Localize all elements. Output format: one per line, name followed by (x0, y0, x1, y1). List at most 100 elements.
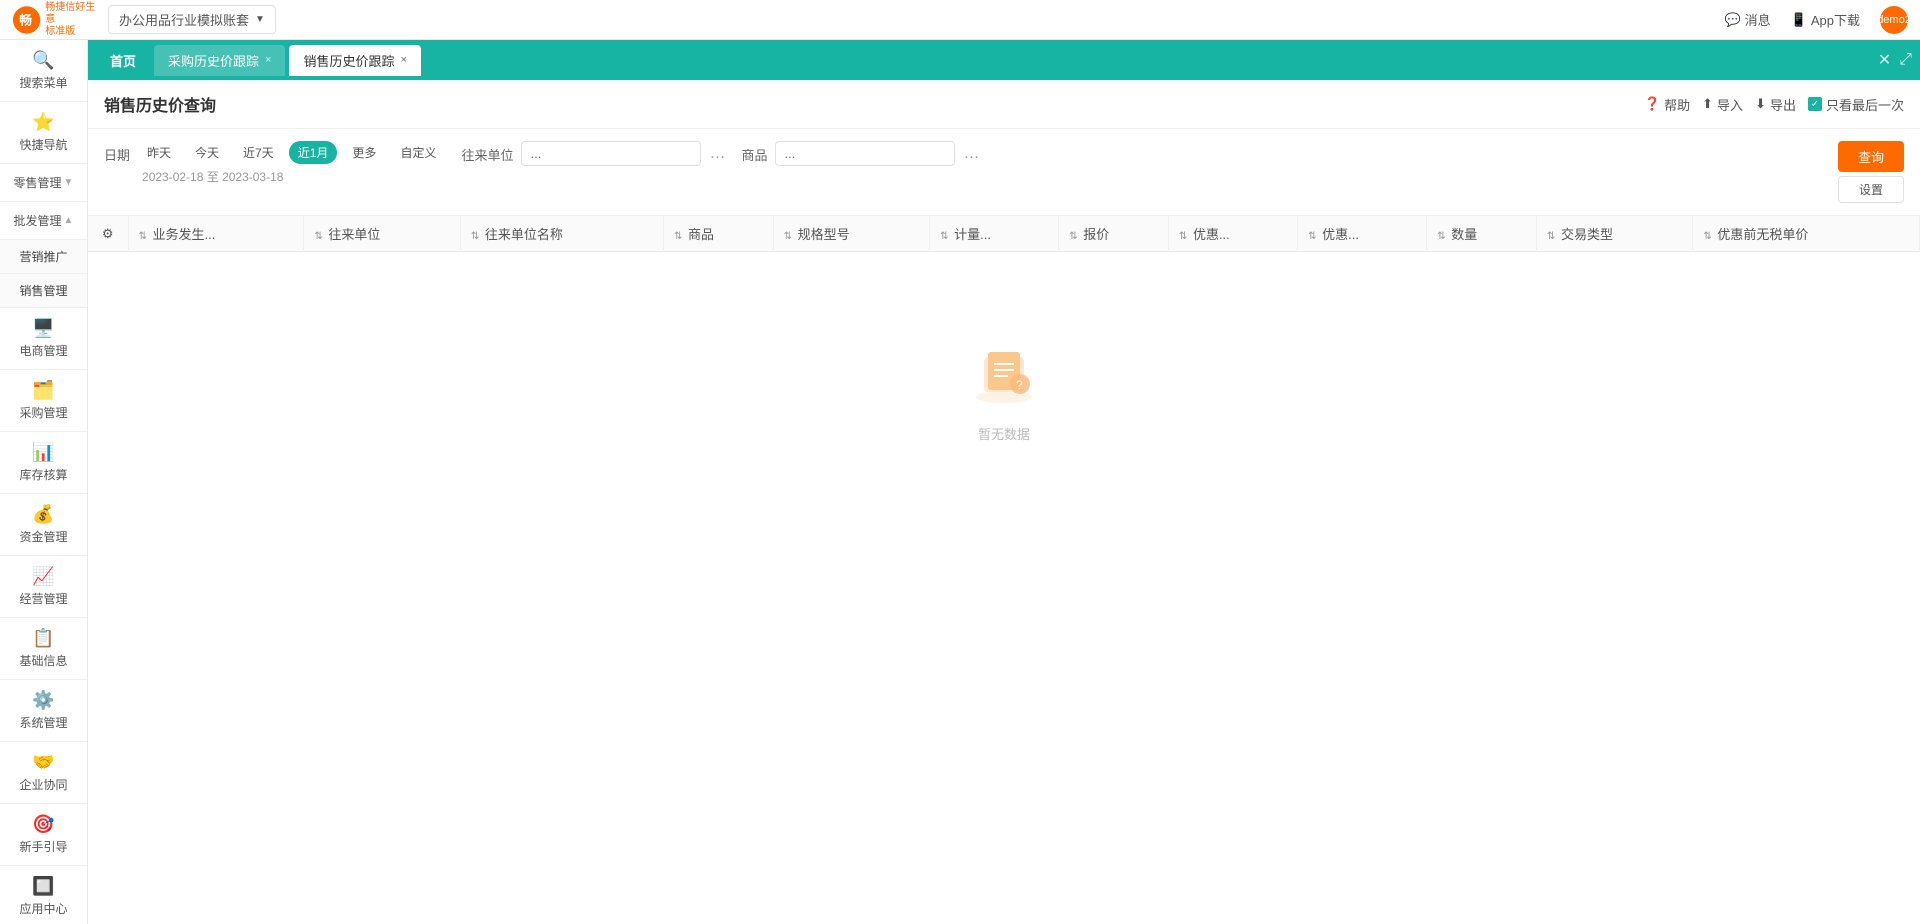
sidebar-item-apps[interactable]: 🔲 应用中心 (0, 866, 87, 924)
th-pretax-price[interactable]: ⇅ 优惠前无税单价 (1693, 216, 1920, 252)
tab-home[interactable]: 首页 (96, 45, 150, 76)
logo-text: 畅捷信好生意 标准版 (45, 2, 100, 38)
sidebar-item-ecom[interactable]: 🖥️ 电商管理 (0, 308, 87, 370)
th-discount2[interactable]: ⇅ 优惠... (1298, 216, 1427, 252)
query-actions: 查询 设置 (1838, 141, 1904, 203)
sidebar-item-label: 库存核算 (19, 466, 67, 483)
th-partner-name[interactable]: ⇅ 往来单位名称 (460, 216, 663, 252)
table-container: ⚙ ⇅ 业务发生... ⇅ 往来单位 ⇅ (88, 216, 1920, 924)
chevron-down-icon: ▼ (64, 177, 74, 188)
sidebar-item-finance[interactable]: 💰 资金管理 (0, 494, 87, 556)
th-partner-code[interactable]: ⇅ 往来单位 (304, 216, 460, 252)
sidebar-item-marketing[interactable]: 营销推广 (0, 240, 87, 274)
checkbox-icon: ✓ (1808, 97, 1822, 111)
help-btn[interactable]: ❓ 帮助 (1644, 95, 1690, 114)
sidebar-item-search[interactable]: 🔍 搜索菜单 (0, 40, 87, 102)
inventory-icon: 📊 (32, 442, 54, 463)
date-btn-more[interactable]: 更多 (343, 141, 385, 164)
sidebar-item-label: 销售管理 (19, 282, 67, 299)
sidebar-item-label: 快捷导航 (19, 136, 67, 153)
date-options: 昨天 今天 近7天 近1月 更多 自定义 (138, 141, 445, 164)
sidebar-item-newbie[interactable]: 🎯 新手引导 (0, 804, 87, 866)
sidebar-item-sales[interactable]: 销售管理 (0, 274, 87, 308)
logo-icon: 畅 (12, 4, 41, 36)
top-header: 畅 畅捷信好生意 标准版 办公用品行业模拟账套 ▼ 💬 消息 📱 App下载 d… (0, 0, 1920, 40)
download-icon: 📱 (1791, 12, 1807, 28)
customer-input[interactable] (521, 141, 701, 166)
customer-filter-group: 往来单位 … (461, 141, 725, 166)
search-icon: 🔍 (32, 50, 54, 71)
sidebar-item-label: 搜索菜单 (19, 74, 67, 91)
date-btn-yesterday[interactable]: 昨天 (138, 141, 180, 164)
close-window-btn[interactable]: ✕ (1878, 50, 1891, 70)
app-selector[interactable]: 办公用品行业模拟账套 ▼ (108, 5, 276, 34)
tab-sales-history[interactable]: 销售历史价跟踪 × (289, 45, 420, 76)
export-btn[interactable]: ⬇ 导出 (1755, 95, 1796, 114)
sidebar-item-label: 基础信息 (19, 652, 67, 669)
svg-text:?: ? (1016, 378, 1023, 392)
sidebar-item-inventory[interactable]: 📊 库存核算 (0, 432, 87, 494)
th-quantity[interactable]: ⇅ 数量 (1427, 216, 1537, 252)
sidebar-item-corp[interactable]: 🤝 企业协同 (0, 742, 87, 804)
star-icon: ⭐ (32, 112, 54, 133)
sidebar-item-purchase[interactable]: 🗂️ 采购管理 (0, 370, 87, 432)
th-biz-date[interactable]: ⇅ 业务发生... (128, 216, 304, 252)
customer-more-icon[interactable]: … (709, 145, 725, 163)
product-label: 商品 (741, 141, 767, 164)
operation-icon: 📈 (32, 566, 54, 587)
sidebar-item-wholesale[interactable]: 批发管理 ▲ (0, 202, 87, 240)
svg-text:畅: 畅 (19, 12, 32, 27)
finance-icon: 💰 (32, 504, 54, 525)
tab-close-icon-2[interactable]: × (400, 54, 406, 66)
product-more-icon[interactable]: … (963, 145, 979, 163)
app-download-btn[interactable]: 📱 App下载 (1791, 10, 1860, 29)
sidebar-item-label: 批发管理 (14, 212, 62, 229)
sidebar-item-retail[interactable]: 零售管理 ▼ (0, 164, 87, 202)
customer-input-group: … (521, 141, 725, 166)
date-btn-custom[interactable]: 自定义 (391, 141, 445, 164)
query-button[interactable]: 查询 (1838, 141, 1904, 172)
th-discount1[interactable]: ⇅ 优惠... (1168, 216, 1297, 252)
settings-button[interactable]: 设置 (1838, 176, 1904, 203)
header-right: 💬 消息 📱 App下载 demo2 (1724, 6, 1908, 34)
only-last-checkbox[interactable]: ✓ 只看最后一次 (1808, 95, 1904, 114)
th-trade-type[interactable]: ⇅ 交易类型 (1536, 216, 1692, 252)
sidebar-item-label: 电商管理 (19, 342, 67, 359)
product-input[interactable] (775, 141, 955, 166)
maximize-btn[interactable]: ⤢ (1899, 51, 1912, 69)
date-btn-today[interactable]: 今天 (186, 141, 228, 164)
th-spec[interactable]: ⇅ 规格型号 (773, 216, 929, 252)
product-filter-group: 商品 … (741, 141, 979, 166)
th-product[interactable]: ⇅ 商品 (663, 216, 773, 252)
date-btn-7days[interactable]: 近7天 (234, 141, 283, 164)
logo-area: 畅 畅捷信好生意 标准版 (12, 2, 100, 38)
th-quote[interactable]: ⇅ 报价 (1059, 216, 1169, 252)
newbie-icon: 🎯 (32, 814, 54, 835)
table-header-row: ⚙ ⇅ 业务发生... ⇅ 往来单位 ⇅ (88, 216, 1920, 252)
sidebar-item-basic[interactable]: 📋 基础信息 (0, 618, 87, 680)
tab-purchase-history[interactable]: 采购历史价跟踪 × (154, 45, 285, 76)
data-table: ⚙ ⇅ 业务发生... ⇅ 往来单位 ⇅ (88, 216, 1920, 252)
main-layout: 🔍 搜索菜单 ⭐ 快捷导航 零售管理 ▼ 批发管理 ▲ 营销推广 销售管理 🖥️… (0, 40, 1920, 924)
sidebar-item-quicknav[interactable]: ⭐ 快捷导航 (0, 102, 87, 164)
export-icon: ⬇ (1755, 96, 1766, 112)
date-btn-1month[interactable]: 近1月 (289, 141, 338, 164)
sidebar-item-label: 应用中心 (19, 900, 67, 917)
th-unit[interactable]: ⇅ 计量... (930, 216, 1059, 252)
message-btn[interactable]: 💬 消息 (1724, 10, 1770, 29)
sidebar-item-system[interactable]: ⚙️ 系统管理 (0, 680, 87, 742)
system-icon: ⚙️ (32, 690, 54, 711)
page-header: 销售历史价查询 ❓ 帮助 ⬆ 导入 ⬇ 导出 ✓ (88, 80, 1920, 129)
sidebar-item-operation[interactable]: 📈 经营管理 (0, 556, 87, 618)
empty-illustration: ? (964, 332, 1044, 412)
import-btn[interactable]: ⬆ 导入 (1702, 95, 1743, 114)
message-icon: 💬 (1724, 12, 1740, 28)
tab-close-icon[interactable]: × (265, 54, 271, 66)
th-gear[interactable]: ⚙ (88, 216, 128, 252)
page-content: 销售历史价查询 ❓ 帮助 ⬆ 导入 ⬇ 导出 ✓ (88, 80, 1920, 924)
apps-icon: 🔲 (32, 876, 54, 897)
sidebar-item-label: 营销推广 (19, 248, 67, 265)
tab-home-label: 首页 (110, 51, 136, 70)
user-avatar-area[interactable]: demo2 (1880, 6, 1908, 34)
sidebar: 🔍 搜索菜单 ⭐ 快捷导航 零售管理 ▼ 批发管理 ▲ 营销推广 销售管理 🖥️… (0, 40, 88, 924)
